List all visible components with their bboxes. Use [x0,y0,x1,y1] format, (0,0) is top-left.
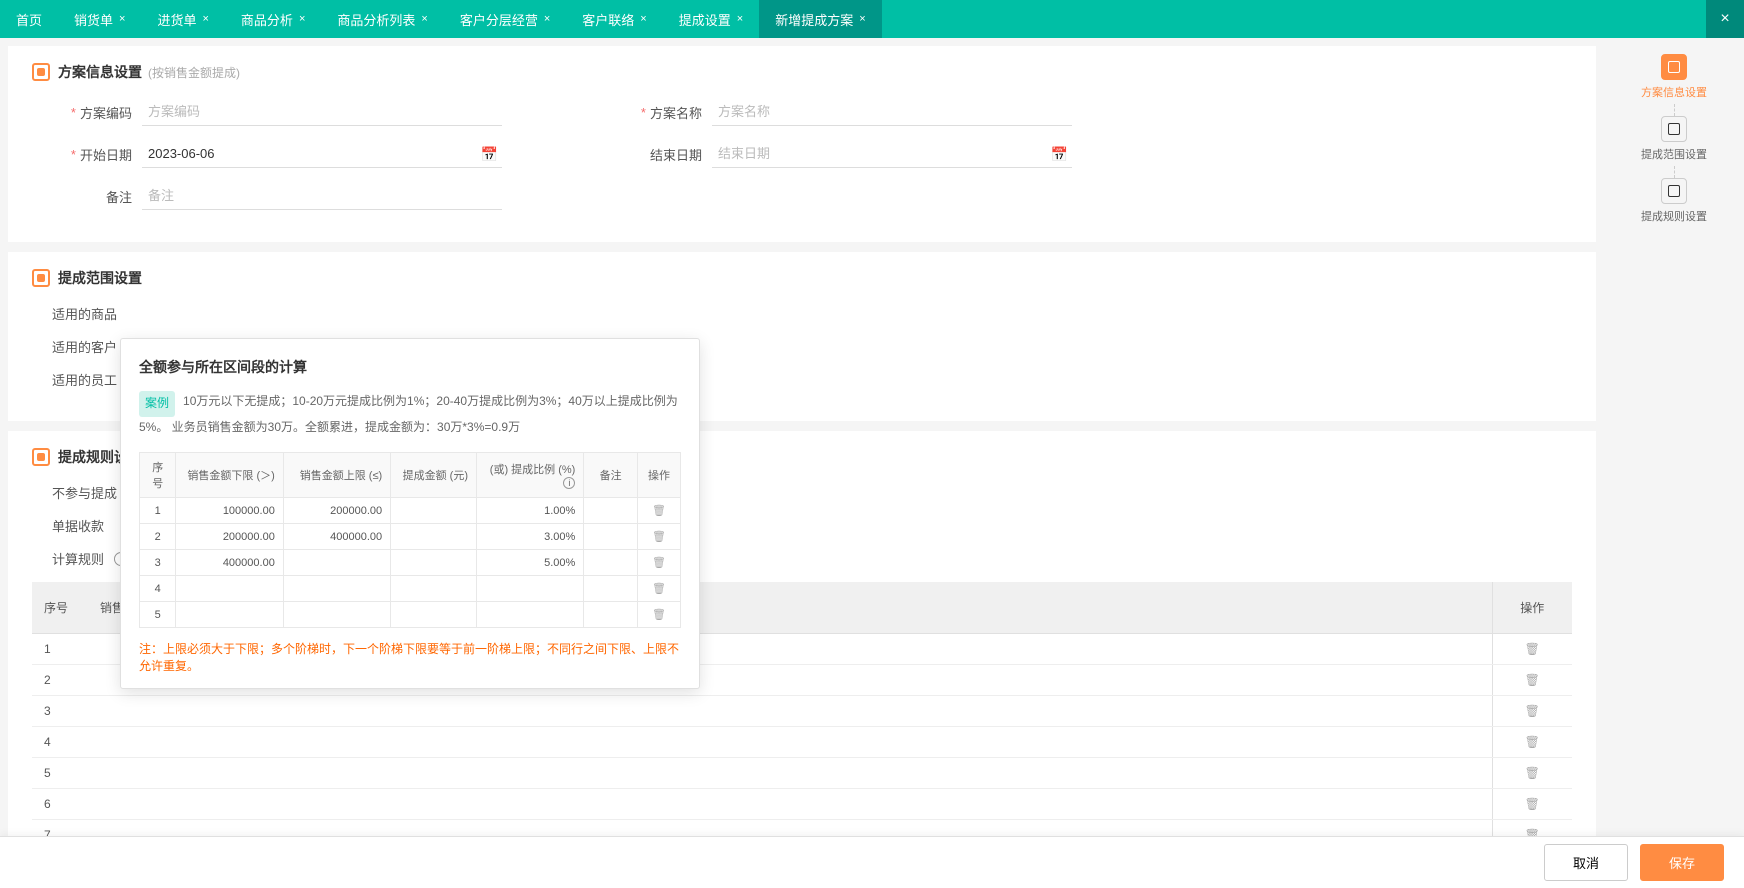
close-icon[interactable]: × [119,13,125,25]
delete-icon[interactable]: 🗑 [652,531,666,543]
end-date-input[interactable] [712,140,1072,168]
section-icon [32,448,50,466]
label-remark: 备注 [106,187,132,206]
section-plan-info: 方案信息设置 (按销售金额提成) *方案编码 *方案名称 *开始日期 [8,46,1596,242]
tooltip-note: 注：上限必须大于下限；多个阶梯时，下一个阶梯下限要等于前一阶梯上限；不同行之间下… [139,640,681,674]
label-calc-rule: 计算规则 [52,549,104,568]
delete-icon[interactable]: 🗑 [652,583,666,595]
tooltip-description: 案例10万元以下无提成；10-20万元提成比例为1%；20-40万提成比例为3%… [139,391,681,438]
tab-home[interactable]: 首页 [0,0,58,38]
plan-name-input[interactable] [712,98,1072,126]
plan-code-input[interactable] [142,98,502,126]
close-icon[interactable]: × [202,13,208,25]
close-icon[interactable]: × [737,13,743,25]
close-icon[interactable]: × [421,13,427,25]
tab-purchase-order[interactable]: 进货单× [141,0,224,38]
table-row: 3400000.005.00%🗑 [140,550,681,576]
label-plan-code: 方案编码 [80,103,132,122]
tab-product-analysis-list[interactable]: 商品分析列表× [321,0,443,38]
table-row[interactable]: 7🗑 [32,820,1572,837]
delete-icon[interactable]: 🗑 [652,557,666,569]
tab-commission-settings[interactable]: 提成设置× [663,0,759,38]
col-seq: 序号 [32,582,88,634]
delete-icon[interactable]: 🗑 [652,505,666,517]
label-plan-name: 方案名称 [650,103,702,122]
calendar-icon[interactable]: 📅 [1051,146,1068,163]
table-row: 5🗑 [140,602,681,628]
close-all-tabs-button[interactable]: × [1706,0,1744,38]
info-icon: i [563,477,575,489]
tab-new-commission-plan[interactable]: 新增提成方案× [759,0,881,38]
calendar-icon[interactable]: 📅 [481,146,498,163]
section-icon [32,269,50,287]
table-row: 4🗑 [140,576,681,602]
label-customers: 适用的客户 [52,337,117,356]
close-icon[interactable]: × [544,13,550,25]
close-icon[interactable]: × [299,13,305,25]
section-icon [32,63,50,81]
start-date-input[interactable] [142,140,502,168]
example-badge: 案例 [139,391,175,417]
table-row[interactable]: 4🗑 [32,727,1572,758]
tab-customer-contact[interactable]: 客户联络× [566,0,662,38]
col-action: 操作 [1492,582,1572,634]
anchor-nav: 方案信息设置 提成范围设置 提成规则设置 [1604,38,1744,836]
table-row: 1100000.00200000.001.00%🗑 [140,498,681,524]
section-title: 提成范围设置 [58,268,142,288]
tab-bar: 首页 销货单× 进货单× 商品分析× 商品分析列表× 客户分层经营× 客户联络×… [0,0,1744,38]
delete-icon[interactable]: 🗑 [1525,735,1540,749]
anchor-scope[interactable]: 提成范围设置 [1641,116,1707,162]
section-subtitle: (按销售金额提成) [148,64,240,81]
table-row[interactable]: 6🗑 [32,789,1572,820]
delete-icon[interactable]: 🗑 [1525,704,1540,718]
tab-customer-tier[interactable]: 客户分层经营× [444,0,566,38]
footer-bar: 取消 保存 [0,836,1744,888]
label-end-date: 结束日期 [650,145,702,164]
label-amount-basis: 单据收款 [52,516,104,535]
delete-icon[interactable]: 🗑 [1525,673,1540,687]
delete-icon[interactable]: 🗑 [1525,828,1540,836]
anchor-rules[interactable]: 提成规则设置 [1641,178,1707,224]
tooltip-example-table: 序号 销售金额下限 (＞) 销售金额上限 (≤) 提成金额 (元) (或) 提成… [139,452,681,628]
delete-icon[interactable]: 🗑 [1525,642,1540,656]
delete-icon[interactable]: 🗑 [1525,797,1540,811]
tooltip-popup: 全额参与所在区间段的计算 案例10万元以下无提成；10-20万元提成比例为1%；… [120,338,700,689]
table-row: 2200000.00400000.003.00%🗑 [140,524,681,550]
table-row[interactable]: 5🗑 [32,758,1572,789]
label-goods: 适用的商品 [52,304,117,323]
tooltip-title: 全额参与所在区间段的计算 [139,357,681,377]
section-title: 方案信息设置 [58,62,142,82]
save-button[interactable]: 保存 [1640,844,1724,881]
cancel-button[interactable]: 取消 [1544,844,1628,881]
remark-input[interactable] [142,182,502,210]
close-icon[interactable]: × [640,13,646,25]
label-employees: 适用的员工 [52,370,117,389]
label-exclude: 不参与提成 [52,483,117,502]
tab-product-analysis[interactable]: 商品分析× [225,0,321,38]
tab-sales-order[interactable]: 销货单× [58,0,141,38]
close-icon[interactable]: × [859,13,865,25]
delete-icon[interactable]: 🗑 [652,609,666,621]
delete-icon[interactable]: 🗑 [1525,766,1540,780]
anchor-plan-info[interactable]: 方案信息设置 [1641,54,1707,100]
table-row[interactable]: 3🗑 [32,696,1572,727]
label-start-date: 开始日期 [80,145,132,164]
